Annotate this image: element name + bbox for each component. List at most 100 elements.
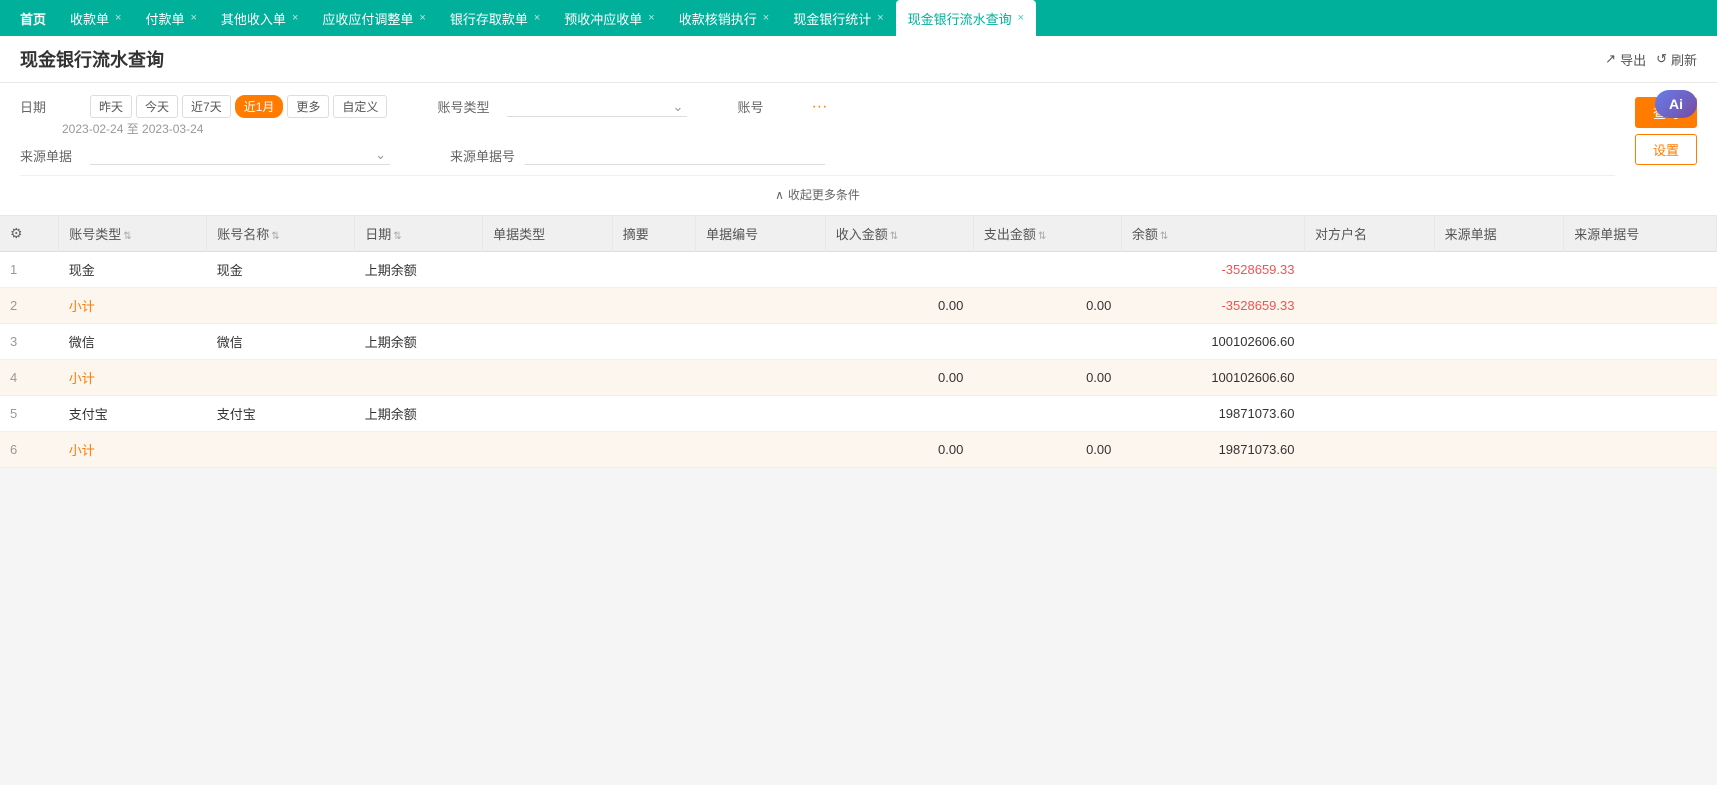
row-account-name: 支付宝 bbox=[207, 396, 355, 432]
row-doc-no bbox=[696, 360, 826, 396]
export-button[interactable]: ↗ 导出 bbox=[1605, 50, 1646, 69]
row-num: 1 bbox=[0, 252, 59, 288]
row-date bbox=[355, 432, 483, 468]
table-row: 6 小计 0.00 0.00 19871073.60 bbox=[0, 432, 1717, 468]
row-income bbox=[825, 252, 973, 288]
row-balance: -3528659.33 bbox=[1121, 252, 1304, 288]
close-icon[interactable]: × bbox=[1018, 12, 1024, 24]
table-row: 2 小计 0.00 0.00 -3528659.33 bbox=[0, 288, 1717, 324]
refresh-button[interactable]: ↺ 刷新 bbox=[1656, 50, 1697, 69]
row-account-type: 小计 bbox=[59, 432, 207, 468]
col-balance[interactable]: 余额⇅ bbox=[1121, 216, 1304, 252]
close-icon[interactable]: × bbox=[115, 12, 121, 24]
nav-cash-stats[interactable]: 现金银行统计 × bbox=[781, 0, 895, 36]
row-balance: 100102606.60 bbox=[1121, 360, 1304, 396]
table-header-row: ⚙ 账号类型⇅ 账号名称⇅ 日期⇅ 单据类型 摘要 单据编号 收入金额⇅ bbox=[0, 216, 1717, 252]
row-doc-type bbox=[483, 432, 613, 468]
table-row: 5 支付宝 支付宝 上期余额 19871073.60 bbox=[0, 396, 1717, 432]
nav-payment[interactable]: 付款单 × bbox=[133, 0, 208, 36]
row-counterpart bbox=[1304, 252, 1434, 288]
sort-icon: ⇅ bbox=[890, 231, 898, 242]
close-icon[interactable]: × bbox=[292, 12, 298, 24]
source-doc-select-wrapper bbox=[90, 145, 390, 165]
nav-receipt[interactable]: 收款单 × bbox=[58, 0, 133, 36]
close-icon[interactable]: × bbox=[648, 12, 654, 24]
row-expense: 0.00 bbox=[973, 432, 1121, 468]
date-btn-custom[interactable]: 自定义 bbox=[333, 95, 387, 118]
settings-button[interactable]: 设置 bbox=[1635, 134, 1697, 165]
row-summary bbox=[612, 252, 695, 288]
row-balance: 19871073.60 bbox=[1121, 432, 1304, 468]
row-summary bbox=[612, 396, 695, 432]
filter-area: 日期 昨天 今天 近7天 近1月 更多 自定义 账号类型 账号 bbox=[0, 83, 1717, 216]
date-btn-7days[interactable]: 近7天 bbox=[182, 95, 231, 118]
row-num: 2 bbox=[0, 288, 59, 324]
col-income[interactable]: 收入金额⇅ bbox=[825, 216, 973, 252]
col-date[interactable]: 日期⇅ bbox=[355, 216, 483, 252]
ai-badge[interactable]: Ai bbox=[1655, 90, 1697, 118]
source-doc-select[interactable] bbox=[90, 145, 390, 165]
row-source-doc-no bbox=[1564, 360, 1717, 396]
date-label: 日期 bbox=[20, 97, 80, 116]
row-source-doc bbox=[1434, 360, 1564, 396]
col-settings[interactable]: ⚙ bbox=[0, 216, 59, 252]
close-icon[interactable]: × bbox=[763, 12, 769, 24]
nav-home[interactable]: 首页 bbox=[8, 0, 58, 36]
row-date: 上期余额 bbox=[355, 396, 483, 432]
row-account-type: 小计 bbox=[59, 360, 207, 396]
date-btn-yesterday[interactable]: 昨天 bbox=[90, 95, 132, 118]
row-income: 0.00 bbox=[825, 288, 973, 324]
row-source-doc-no bbox=[1564, 396, 1717, 432]
sort-icon: ⇅ bbox=[271, 231, 279, 242]
account-type-label: 账号类型 bbox=[437, 97, 497, 116]
close-icon[interactable]: × bbox=[190, 12, 196, 24]
row-num: 6 bbox=[0, 432, 59, 468]
filter-row-source: 来源单据 来源单据号 bbox=[20, 145, 1615, 165]
row-summary bbox=[612, 360, 695, 396]
row-account-type: 小计 bbox=[59, 288, 207, 324]
date-btn-1month[interactable]: 近1月 bbox=[235, 95, 284, 118]
row-expense bbox=[973, 396, 1121, 432]
col-account-name[interactable]: 账号名称⇅ bbox=[207, 216, 355, 252]
nav-other-income[interactable]: 其他收入单 × bbox=[209, 0, 310, 36]
row-balance: -3528659.33 bbox=[1121, 288, 1304, 324]
account-type-select-wrapper bbox=[507, 97, 687, 117]
row-counterpart bbox=[1304, 288, 1434, 324]
row-expense: 0.00 bbox=[973, 288, 1121, 324]
account-type-select[interactable] bbox=[507, 97, 687, 117]
row-doc-type bbox=[483, 360, 613, 396]
row-source-doc-no bbox=[1564, 252, 1717, 288]
nav-adjustment[interactable]: 应收应付调整单 × bbox=[310, 0, 437, 36]
row-doc-type bbox=[483, 324, 613, 360]
row-doc-type bbox=[483, 252, 613, 288]
account-label: 账号 bbox=[737, 97, 797, 116]
close-icon[interactable]: × bbox=[419, 12, 425, 24]
nav-advance-offset[interactable]: 预收冲应收单 × bbox=[552, 0, 666, 36]
date-btn-today[interactable]: 今天 bbox=[136, 95, 178, 118]
close-icon[interactable]: × bbox=[877, 12, 883, 24]
nav-bank-deposit[interactable]: 银行存取款单 × bbox=[438, 0, 552, 36]
row-account-type: 现金 bbox=[59, 252, 207, 288]
close-icon[interactable]: × bbox=[534, 12, 540, 24]
col-account-type[interactable]: 账号类型⇅ bbox=[59, 216, 207, 252]
col-counterpart: 对方户名 bbox=[1304, 216, 1434, 252]
row-source-doc-no bbox=[1564, 324, 1717, 360]
collapse-button[interactable]: ∧ 收起更多条件 bbox=[20, 182, 1615, 207]
nav-cash-flow[interactable]: 现金银行流水查询 × bbox=[896, 0, 1036, 36]
row-date bbox=[355, 288, 483, 324]
row-account-type: 微信 bbox=[59, 324, 207, 360]
row-account-type: 支付宝 bbox=[59, 396, 207, 432]
col-summary: 摘要 bbox=[612, 216, 695, 252]
row-num: 3 bbox=[0, 324, 59, 360]
date-btn-more[interactable]: 更多 bbox=[287, 95, 329, 118]
source-doc-no-input[interactable] bbox=[525, 145, 825, 165]
table-area: ⚙ 账号类型⇅ 账号名称⇅ 日期⇅ 单据类型 摘要 单据编号 收入金额⇅ bbox=[0, 216, 1717, 468]
nav-verification[interactable]: 收款核销执行 × bbox=[667, 0, 781, 36]
row-doc-no bbox=[696, 324, 826, 360]
row-date: 上期余额 bbox=[355, 252, 483, 288]
col-expense[interactable]: 支出金额⇅ bbox=[973, 216, 1121, 252]
row-counterpart bbox=[1304, 324, 1434, 360]
sort-icon: ⇅ bbox=[1160, 231, 1168, 242]
account-dots-button[interactable]: ··· bbox=[807, 98, 831, 116]
export-icon: ↗ bbox=[1605, 51, 1616, 67]
